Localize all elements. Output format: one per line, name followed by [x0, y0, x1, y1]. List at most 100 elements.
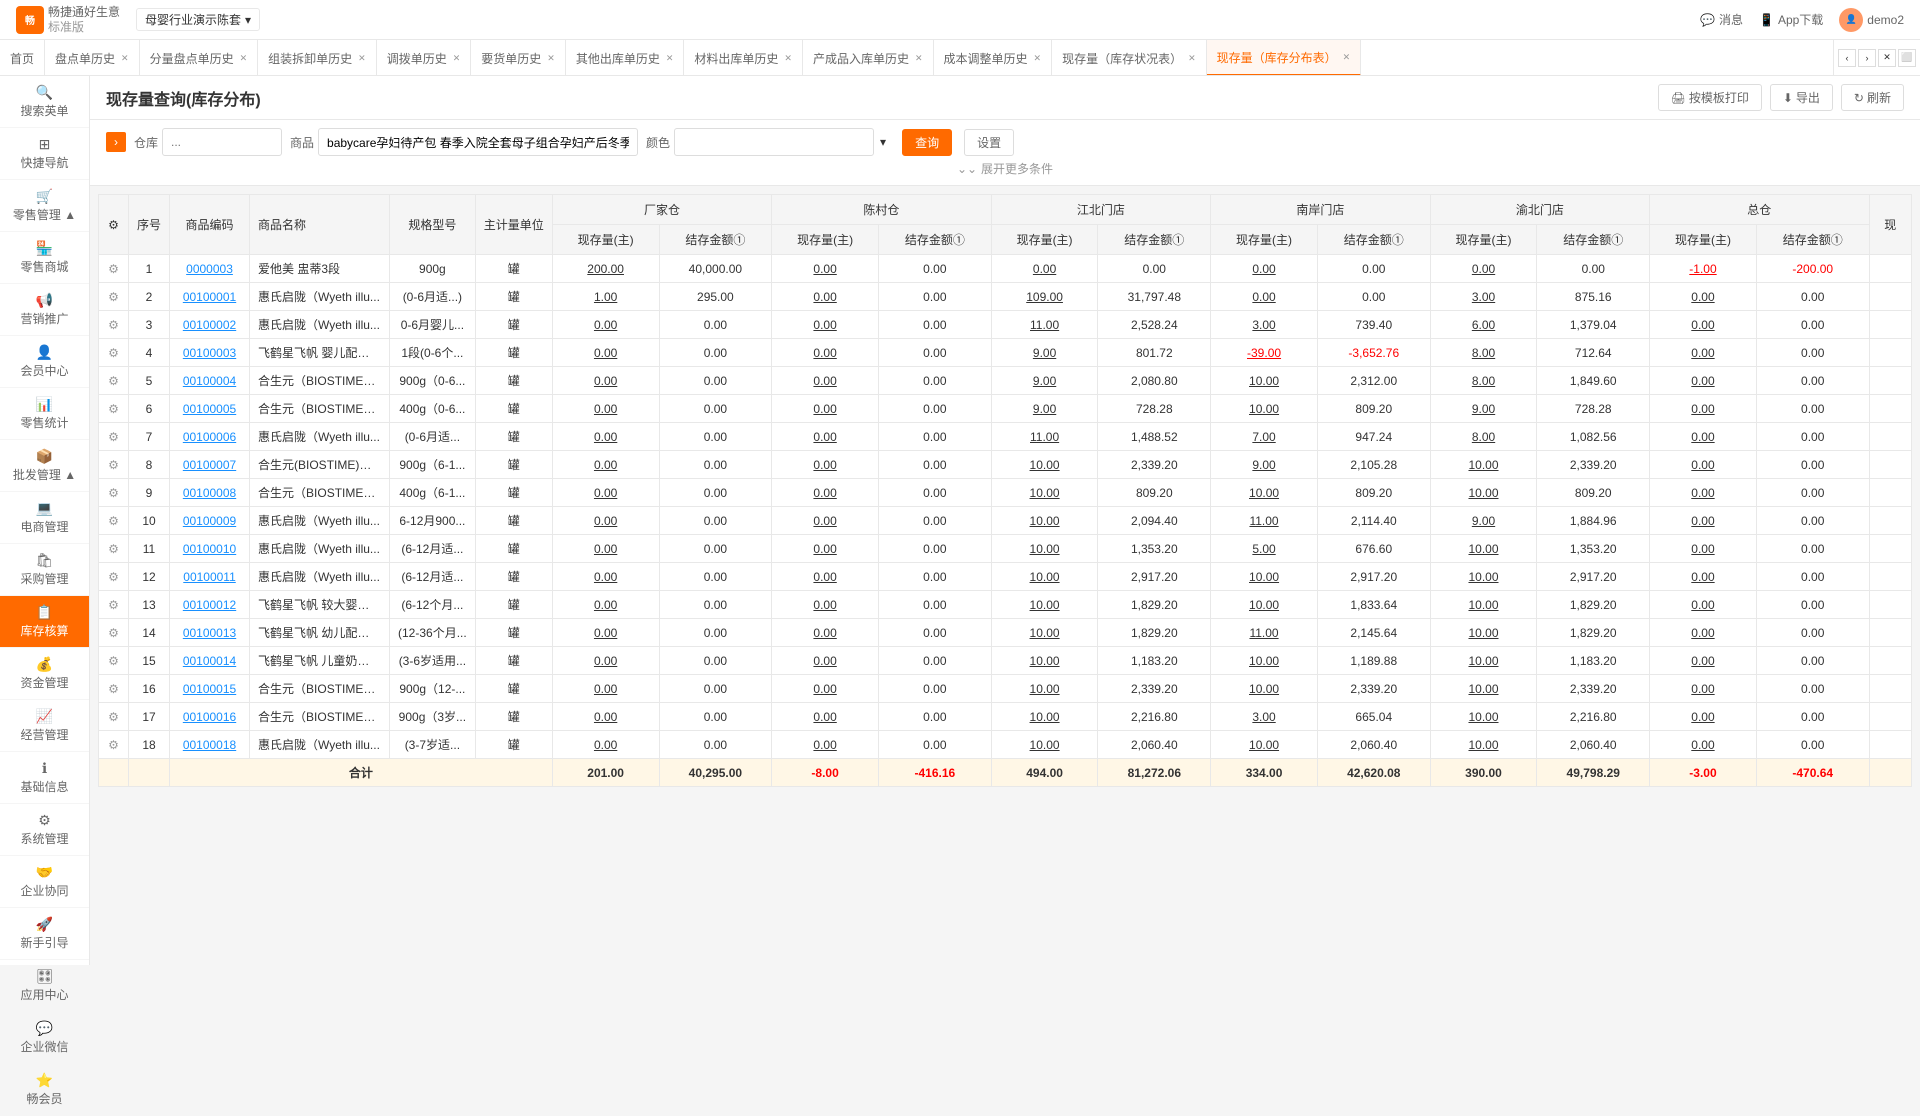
tab-close-9[interactable]: ✕	[1034, 53, 1042, 64]
tab-expand-btn[interactable]: ⬜	[1898, 49, 1916, 67]
sidebar-item-9[interactable]: 🛍采购管理	[0, 544, 89, 596]
tab-item-8[interactable]: 产成品入库单历史✕	[803, 40, 934, 75]
cell-spec: 900g	[390, 255, 476, 283]
color-label: 颜色	[646, 134, 670, 151]
print-btn[interactable]: 🖨 按模板打印	[1658, 84, 1762, 111]
filter-toggle-btn[interactable]: ›	[106, 132, 126, 152]
expand-conditions-btn[interactable]: ⌄⌄ 展开更多条件	[106, 160, 1904, 177]
sidebar-item-11[interactable]: 💰资金管理	[0, 648, 89, 700]
cell-name: 合生元（BIOSTIME）...	[250, 675, 390, 703]
sidebar-item-7[interactable]: 📦批发管理 ▲	[0, 440, 89, 492]
tab-close-2[interactable]: ✕	[240, 53, 248, 64]
app-download-btn[interactable]: 📱 App下载	[1759, 11, 1823, 28]
warehouse-input[interactable]	[162, 128, 282, 156]
sidebar-icon-5: 👤	[4, 344, 85, 361]
topbar: 畅 畅捷通好生意 标准版 母婴行业演示陈套 ▾ 💬 消息 📱 App下载 👤 d…	[0, 0, 1920, 40]
tab-close-4[interactable]: ✕	[453, 53, 461, 64]
cell-y-stock: 10.00	[1430, 591, 1537, 619]
tab-close-all-btn[interactable]: ✕	[1878, 49, 1896, 67]
sidebar-item-16[interactable]: 🚀新手引导	[0, 908, 89, 960]
cell-j-balance: 1,353.20	[1098, 535, 1211, 563]
sidebar-item-10[interactable]: 📋库存核算	[0, 596, 89, 648]
sidebar-item-4[interactable]: 📢营销推广	[0, 284, 89, 336]
tab-item-9[interactable]: 成本调整单历史✕	[934, 40, 1053, 75]
cell-j-stock: 109.00	[991, 283, 1098, 311]
table-row: ⚙ 14 00100013 飞鹤星飞帆 幼儿配方奶... (12-36个月...…	[99, 619, 1912, 647]
cell-spec: 900g（3岁...	[390, 703, 476, 731]
tab-label-7: 材料出库单历史	[694, 50, 778, 67]
tab-item-7[interactable]: 材料出库单历史 ✕	[684, 40, 803, 75]
tab-close-8[interactable]: ✕	[915, 53, 923, 64]
tab-item-1[interactable]: 盘点单历史✕	[45, 40, 140, 75]
sidebar-item-14[interactable]: ⚙系统管理	[0, 804, 89, 856]
cell-idx: 16	[129, 675, 170, 703]
cell-spec: 0-6月婴儿...	[390, 311, 476, 339]
tab-close-3[interactable]: ✕	[358, 53, 366, 64]
goods-input[interactable]	[318, 128, 638, 156]
total-stock-header: 现存量(主)	[1650, 225, 1757, 255]
tab-close-11[interactable]: ✕	[1343, 52, 1351, 63]
cell-n-stock: -39.00	[1211, 339, 1318, 367]
cell-extra	[1869, 423, 1911, 451]
tab-prev-btn[interactable]: ‹	[1838, 49, 1856, 67]
sidebar-item-2[interactable]: 🛒零售管理 ▲	[0, 180, 89, 232]
refresh-btn[interactable]: ↻ 刷新	[1841, 84, 1904, 111]
cell-t-balance: 0.00	[1756, 731, 1869, 759]
tab-close-10[interactable]: ✕	[1188, 53, 1196, 64]
tab-item-4[interactable]: 调拨单历史✕	[377, 40, 472, 75]
cell-gear: ⚙	[99, 339, 129, 367]
cell-j-balance: 2,917.20	[1098, 563, 1211, 591]
sidebar-item-3[interactable]: 🏪零售商城	[0, 232, 89, 284]
cell-y-balance: 728.28	[1537, 395, 1650, 423]
cell-t-stock: 0.00	[1650, 535, 1757, 563]
sidebar-item-5[interactable]: 👤会员中心	[0, 336, 89, 388]
cell-unit: 罐	[475, 367, 552, 395]
cell-t-stock: 0.00	[1650, 479, 1757, 507]
sidebar-item-0[interactable]: 🔍搜索英单	[0, 76, 89, 128]
sidebar-item-1[interactable]: ⊞快捷导航	[0, 128, 89, 180]
tab-item-2[interactable]: 分量盘点单历史✕	[140, 40, 259, 75]
chenlu-stock-header: 现存量(主)	[772, 225, 879, 255]
tab-close-1[interactable]: ✕	[121, 53, 129, 64]
tab-item-0[interactable]: 首页	[0, 40, 45, 75]
table-row: ⚙ 7 00100006 惠氏启陇（Wyeth illu... (0-6月适..…	[99, 423, 1912, 451]
cell-extra	[1869, 535, 1911, 563]
sidebar-item-15[interactable]: 🤝企业协同	[0, 856, 89, 908]
tab-close-7[interactable]: ✕	[784, 53, 792, 64]
sidebar-item-8[interactable]: 💻电商管理	[0, 492, 89, 544]
sidebar-item-6[interactable]: 📊零售统计	[0, 388, 89, 440]
tab-item-6[interactable]: 其他出库单历史✕	[566, 40, 685, 75]
factory-stock-header: 现存量(主)	[552, 225, 659, 255]
footer-n-stock: 334.00	[1211, 759, 1318, 787]
table-row: ⚙ 12 00100011 惠氏启陇（Wyeth illu... (6-12月适…	[99, 563, 1912, 591]
industry-selector[interactable]: 母婴行业演示陈套 ▾	[136, 8, 260, 31]
message-btn[interactable]: 💬 消息	[1700, 11, 1743, 28]
user-menu[interactable]: 👤 demo2	[1839, 8, 1904, 32]
tab-next-btn[interactable]: ›	[1858, 49, 1876, 67]
cell-code: 00100002	[170, 311, 250, 339]
cell-c-stock: 0.00	[772, 339, 879, 367]
cell-c-balance: 0.00	[879, 367, 992, 395]
sidebar-item-13[interactable]: ℹ基础信息	[0, 752, 89, 804]
cell-f-stock: 0.00	[552, 311, 659, 339]
cell-j-stock: 10.00	[991, 535, 1098, 563]
tab-close-6[interactable]: ✕	[666, 53, 674, 64]
settings-btn[interactable]: 设置	[964, 129, 1014, 156]
tab-item-11[interactable]: 现存量（库存分布表）✕	[1207, 40, 1362, 75]
export-btn[interactable]: ⬇ 导出	[1770, 84, 1833, 111]
color-input[interactable]	[674, 128, 874, 156]
cell-gear: ⚙	[99, 703, 129, 731]
sidebar-item-19[interactable]: ⭐畅会员	[0, 1064, 89, 1116]
sidebar-item-18[interactable]: 💬企业微信	[0, 1012, 89, 1064]
query-btn[interactable]: 查询	[902, 129, 952, 156]
cell-unit: 罐	[475, 619, 552, 647]
cell-unit: 罐	[475, 731, 552, 759]
tab-close-5[interactable]: ✕	[547, 53, 555, 64]
sidebar-item-17[interactable]: 🎛应用中心	[0, 960, 89, 1012]
cell-y-balance: 875.16	[1537, 283, 1650, 311]
tab-item-5[interactable]: 要货单历史✕	[471, 40, 566, 75]
tab-item-10[interactable]: 现存量（库存状况表）✕	[1052, 40, 1207, 75]
sidebar-item-12[interactable]: 📈经营管理	[0, 700, 89, 752]
tab-item-3[interactable]: 组装拆卸单历史✕	[258, 40, 377, 75]
cell-spec: (3-6岁适用...	[390, 647, 476, 675]
